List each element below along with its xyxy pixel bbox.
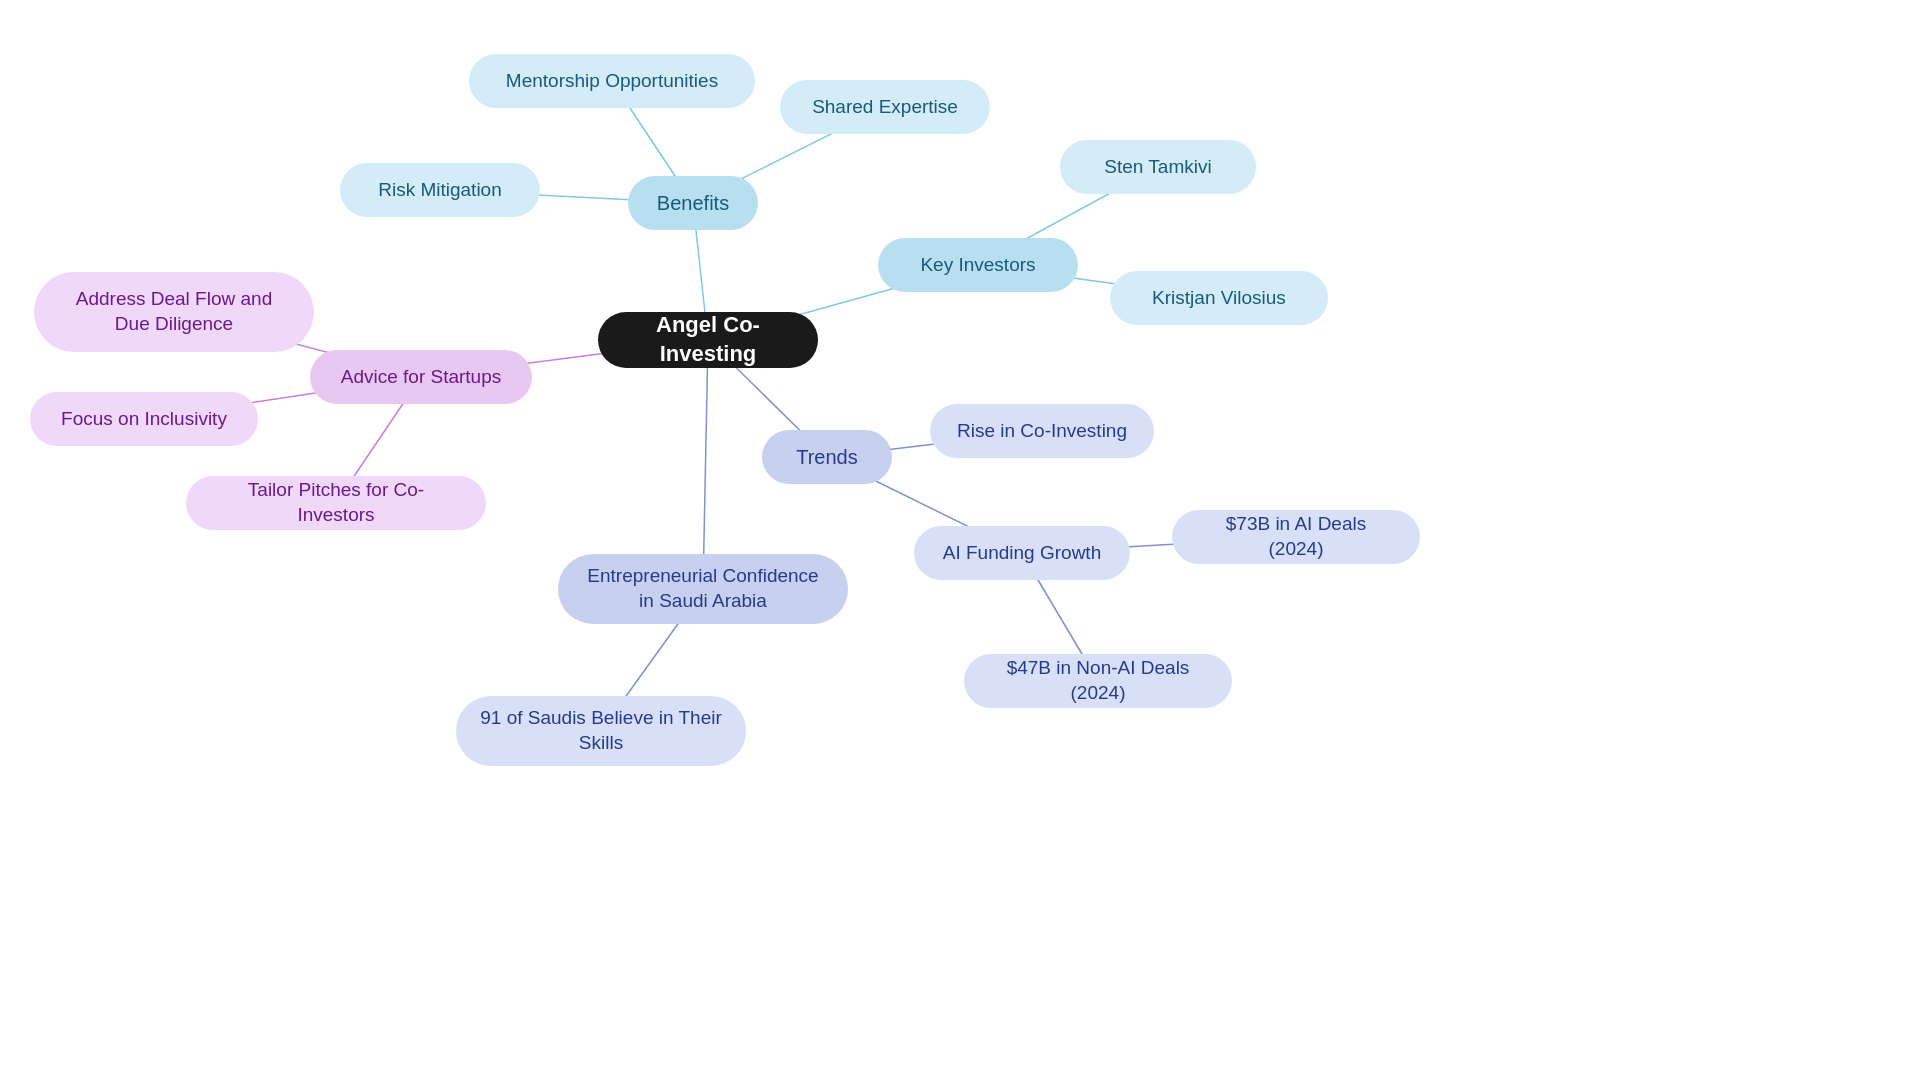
node-rise-coinvesting: Rise in Co-Investing	[930, 404, 1154, 458]
rise-coinvesting-label: Rise in Co-Investing	[957, 419, 1127, 444]
node-shared-expertise: Shared Expertise	[780, 80, 990, 134]
73b-label: $73B in AI Deals (2024)	[1196, 512, 1396, 561]
node-saudis-believe: 91 of Saudis Believe in Their Skills	[456, 696, 746, 766]
node-focus-inclusivity: Focus on Inclusivity	[30, 392, 258, 446]
kristjan-vilosius-label: Kristjan Vilosius	[1152, 286, 1286, 311]
node-trends: Trends	[762, 430, 892, 484]
entrepreneurial-label: Entrepreneurial Confidence in Saudi Arab…	[582, 564, 824, 613]
node-kristjan-vilosius: Kristjan Vilosius	[1110, 271, 1328, 325]
risk-mitigation-label: Risk Mitigation	[378, 178, 502, 203]
key-investors-label: Key Investors	[920, 253, 1035, 278]
node-mentorship: Mentorship Opportunities	[469, 54, 755, 108]
mentorship-label: Mentorship Opportunities	[506, 69, 718, 94]
sten-tamkivi-label: Sten Tamkivi	[1104, 155, 1211, 180]
node-advice-startups: Advice for Startups	[310, 350, 532, 404]
node-address-deal: Address Deal Flow and Due Diligence	[34, 272, 314, 352]
node-tailor-pitches: Tailor Pitches for Co-Investors	[186, 476, 486, 530]
node-sten-tamkivi: Sten Tamkivi	[1060, 140, 1256, 194]
ai-funding-label: AI Funding Growth	[943, 541, 1101, 566]
svg-line-16	[703, 340, 708, 589]
shared-expertise-label: Shared Expertise	[812, 95, 958, 120]
node-risk-mitigation: Risk Mitigation	[340, 163, 540, 217]
saudis-believe-label: 91 of Saudis Believe in Their Skills	[480, 706, 722, 755]
address-deal-label: Address Deal Flow and Due Diligence	[58, 287, 290, 336]
center-label: Angel Co-Investing	[638, 311, 778, 368]
node-key-investors: Key Investors	[878, 238, 1078, 292]
focus-inclusivity-label: Focus on Inclusivity	[61, 407, 227, 432]
advice-startups-label: Advice for Startups	[341, 365, 502, 390]
47b-label: $47B in Non-AI Deals (2024)	[988, 656, 1208, 705]
node-benefits: Benefits	[628, 176, 758, 230]
trends-label: Trends	[796, 444, 858, 470]
node-ai-funding: AI Funding Growth	[914, 526, 1130, 580]
node-entrepreneurial: Entrepreneurial Confidence in Saudi Arab…	[558, 554, 848, 624]
tailor-pitches-label: Tailor Pitches for Co-Investors	[210, 478, 462, 527]
benefits-label: Benefits	[657, 190, 729, 216]
node-73b: $73B in AI Deals (2024)	[1172, 510, 1420, 564]
center-node: Angel Co-Investing	[598, 312, 818, 368]
node-47b: $47B in Non-AI Deals (2024)	[964, 654, 1232, 708]
